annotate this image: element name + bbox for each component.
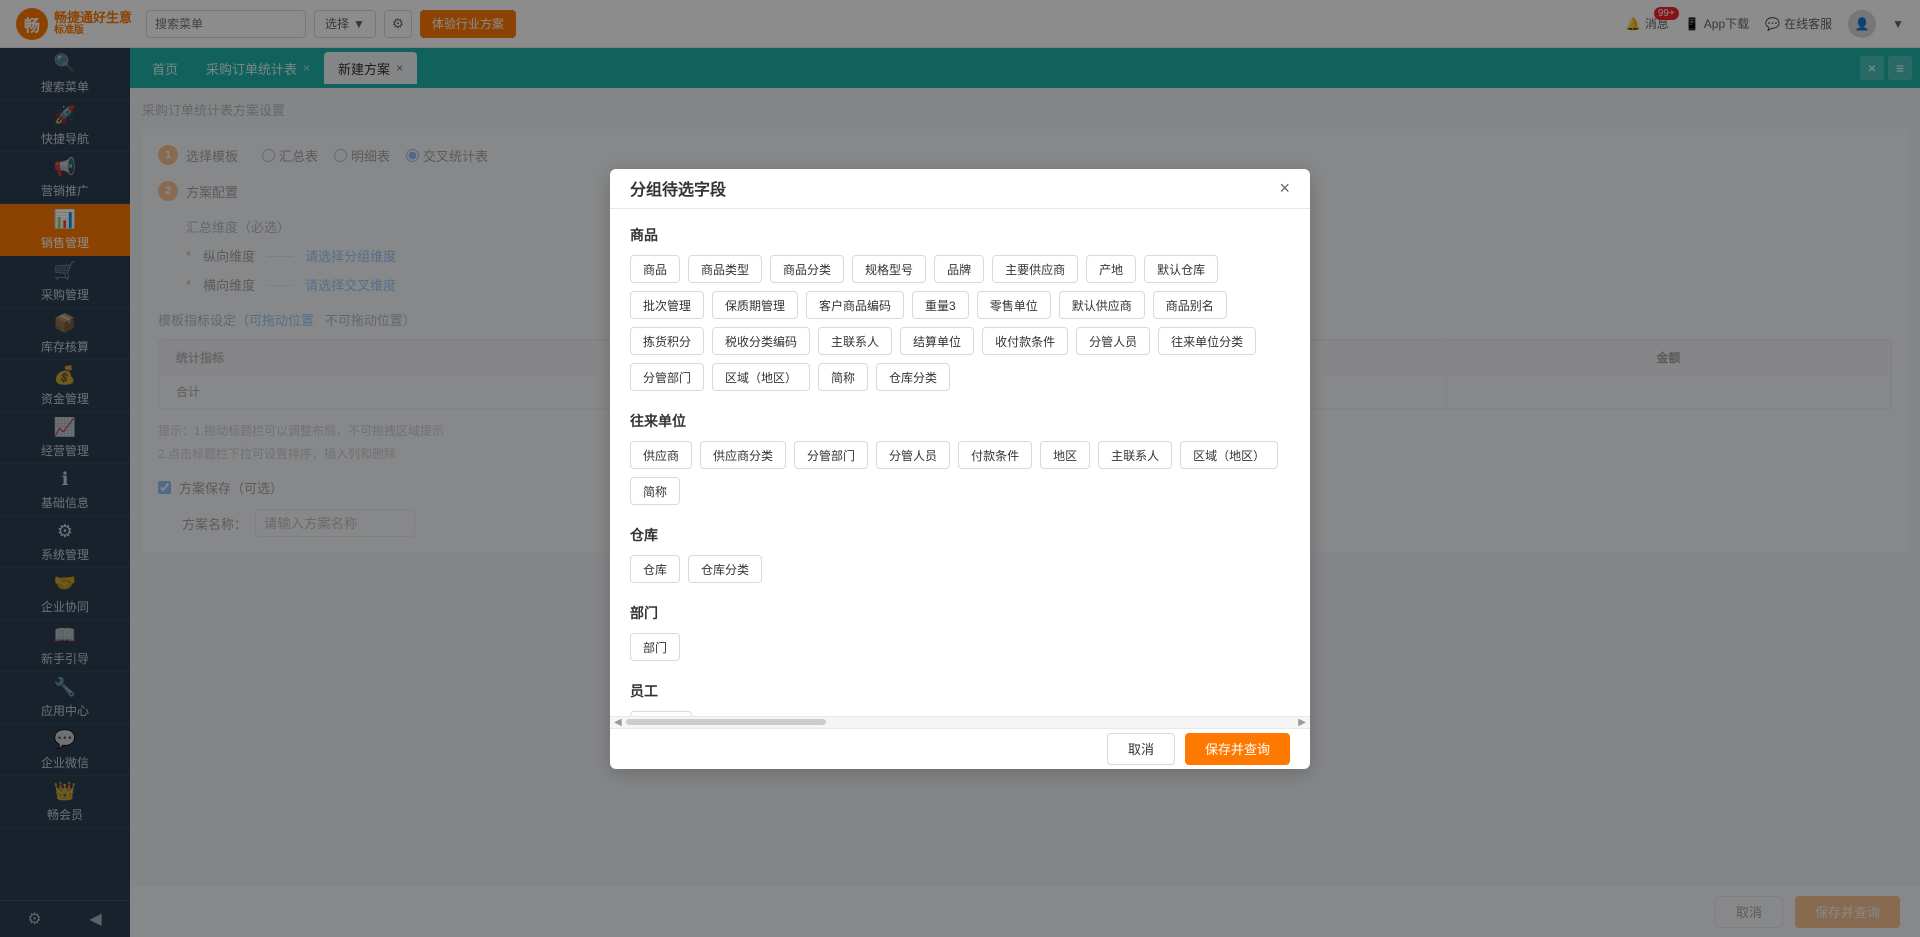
field-tag[interactable]: 重量3 [912,291,969,319]
field-tag[interactable]: 产地 [1086,255,1136,283]
field-tag[interactable]: 商品 [630,255,680,283]
field-tag[interactable]: 批次管理 [630,291,704,319]
modal-close-btn[interactable]: × [1279,178,1290,199]
field-tag[interactable]: 分管人员 [1076,327,1150,355]
field-tag[interactable]: 分管部门 [630,363,704,391]
field-tag[interactable]: 规格型号 [852,255,926,283]
field-tag[interactable]: 商品类型 [688,255,762,283]
field-section-员工: 员工业务员 [630,681,1290,716]
hscroll-thumb[interactable] [626,719,826,725]
field-tag[interactable]: 收付款条件 [982,327,1068,355]
field-tags-往来单位: 供应商供应商分类分管部门分管人员付款条件地区主联系人区域（地区） 简称 [630,441,1290,505]
section-title-部门: 部门 [630,603,1290,623]
field-tag[interactable]: 仓库 [630,555,680,583]
field-tag[interactable]: 往来单位分类 [1158,327,1256,355]
field-tag[interactable]: 部门 [630,633,680,661]
field-tag[interactable]: 主要供应商 [992,255,1078,283]
section-title-员工: 员工 [630,681,1290,701]
field-tag[interactable]: 区域（地区） [1180,441,1278,469]
modal-title: 分组待选字段 [630,176,726,200]
field-select-modal: 分组待选字段 × 商品商品商品类型商品分类规格型号品牌主要供应商产地默认仓库批次… [610,169,1310,769]
field-tag[interactable]: 分管部门 [794,441,868,469]
field-tag[interactable]: 税收分类编码 [712,327,810,355]
field-tag[interactable]: 商品别名 [1153,291,1227,319]
field-tags-仓库: 仓库仓库分类 [630,555,1290,583]
field-tag[interactable]: 默认仓库 [1144,255,1218,283]
field-section-部门: 部门部门 [630,603,1290,661]
field-tag[interactable]: 主联系人 [818,327,892,355]
modal-body: 商品商品商品类型商品分类规格型号品牌主要供应商产地默认仓库批次管理保质期管理客户… [610,209,1310,716]
field-tag[interactable]: 仓库分类 [688,555,762,583]
field-tag[interactable]: 付款条件 [958,441,1032,469]
modal-cancel-btn[interactable]: 取消 [1107,733,1175,765]
section-title-商品: 商品 [630,225,1290,245]
field-tag[interactable]: 简称 [818,363,868,391]
field-section-商品: 商品商品商品类型商品分类规格型号品牌主要供应商产地默认仓库批次管理保质期管理客户… [630,225,1290,391]
modal-save-btn[interactable]: 保存并查询 [1185,733,1290,765]
field-tag[interactable]: 主联系人 [1098,441,1172,469]
field-tag[interactable]: 品牌 [934,255,984,283]
field-section-往来单位: 往来单位供应商供应商分类分管部门分管人员付款条件地区主联系人区域（地区） 简称 [630,411,1290,505]
field-tag[interactable]: 供应商分类 [700,441,786,469]
field-tag[interactable]: 拣货积分 [630,327,704,355]
field-tag[interactable]: 客户商品编码 [806,291,904,319]
modal-header: 分组待选字段 × [610,169,1310,210]
field-tag[interactable]: 商品分类 [770,255,844,283]
field-tag[interactable]: 结算单位 [900,327,974,355]
field-tag[interactable]: 保质期管理 [712,291,798,319]
field-tag[interactable]: 默认供应商 [1059,291,1145,319]
field-tag[interactable]: 分管人员 [876,441,950,469]
section-title-往来单位: 往来单位 [630,411,1290,431]
modal-hscroll[interactable]: ◀ ▶ [610,716,1310,728]
field-tags-部门: 部门 [630,633,1290,661]
field-tags-商品: 商品商品类型商品分类规格型号品牌主要供应商产地默认仓库批次管理保质期管理客户商品… [630,255,1290,391]
field-tag[interactable]: 仓库分类 [876,363,950,391]
field-section-仓库: 仓库仓库仓库分类 [630,525,1290,583]
section-title-仓库: 仓库 [630,525,1290,545]
field-tag[interactable]: 区域（地区） [712,363,810,391]
field-tag[interactable]: 供应商 [630,441,692,469]
modal-overlay: 分组待选字段 × 商品商品商品类型商品分类规格型号品牌主要供应商产地默认仓库批次… [0,0,1920,937]
field-tag[interactable]: 零售单位 [977,291,1051,319]
modal-footer: 取消 保存并查询 [610,728,1310,769]
field-tag[interactable]: 地区 [1040,441,1090,469]
field-tag[interactable]: 简称 [630,477,680,505]
